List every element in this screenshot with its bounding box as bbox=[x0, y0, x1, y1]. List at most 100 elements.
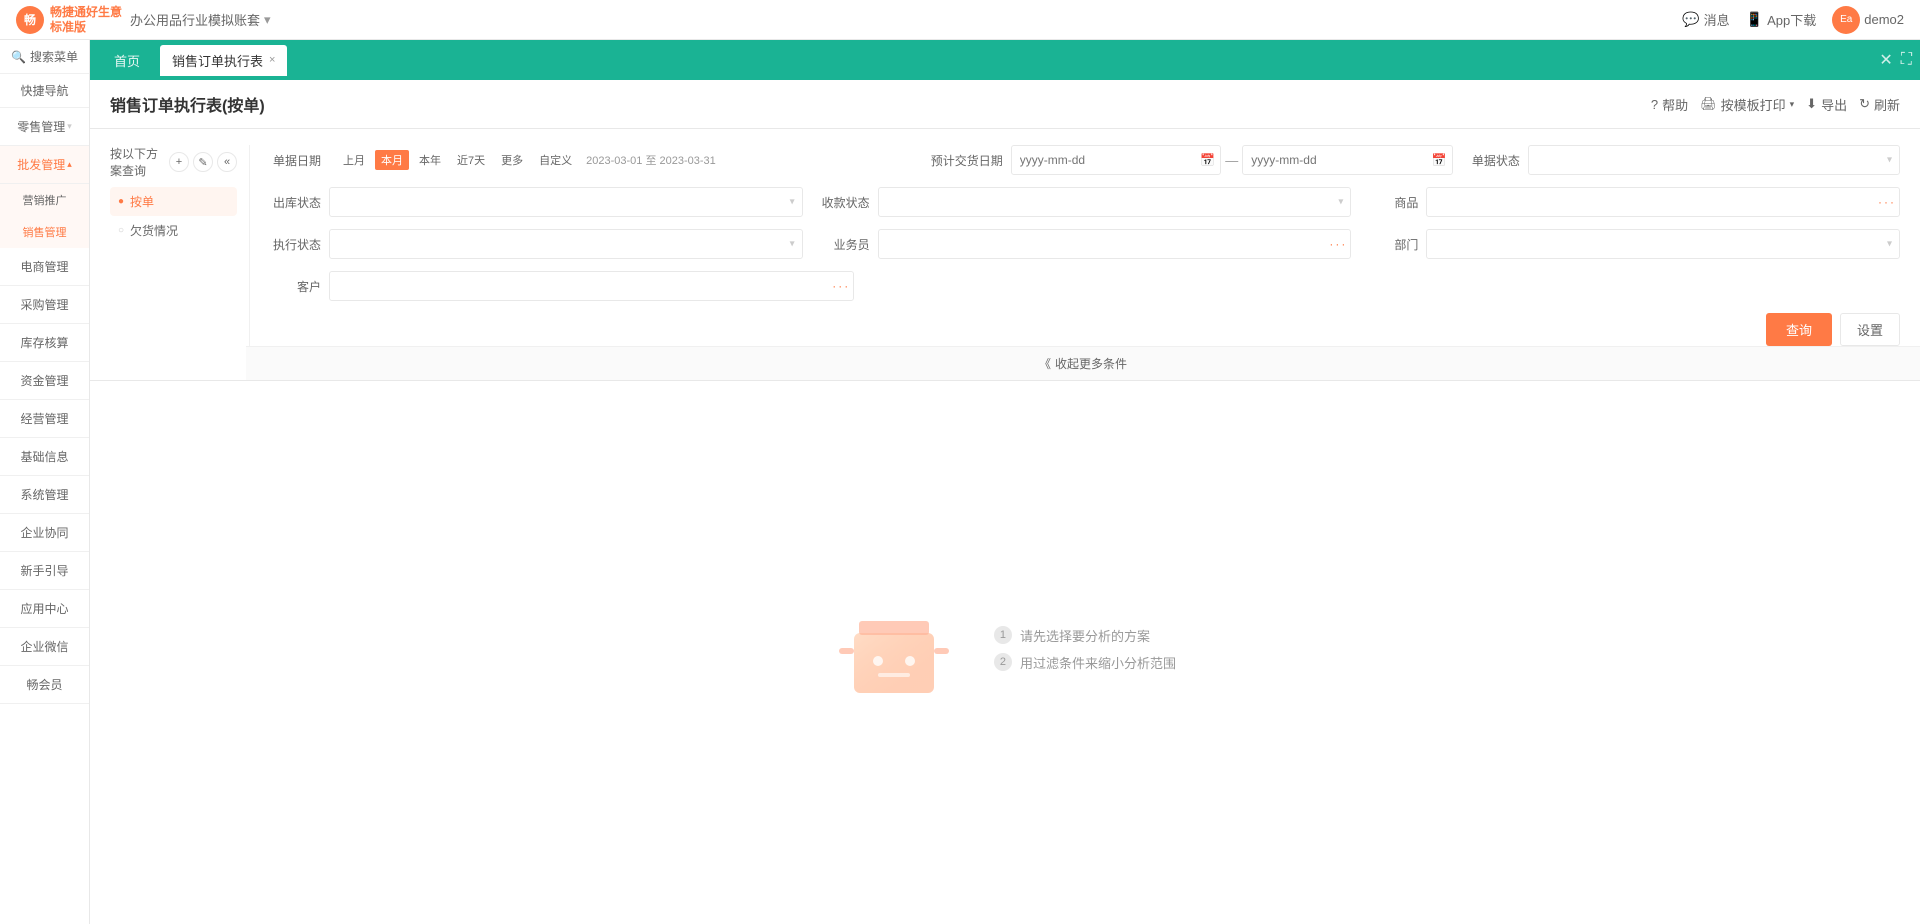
scheme-item-order[interactable]: ● 按单 bbox=[110, 187, 237, 216]
sidebar-item-ecommerce[interactable]: 电商管理 bbox=[0, 248, 89, 286]
app-download-button[interactable]: 📱 App下载 bbox=[1746, 10, 1817, 29]
date-tab-this-year[interactable]: 本年 bbox=[413, 150, 447, 170]
user-menu[interactable]: Ea demo2 bbox=[1832, 6, 1904, 34]
sidebar-item-enterprise[interactable]: 企业协同 bbox=[0, 514, 89, 552]
edit-scheme-button[interactable]: ✎ bbox=[193, 152, 213, 172]
empty-state: 1 请先选择要分析的方案 2 用过滤条件来缩小分析范围 bbox=[90, 381, 1920, 924]
chevron-up-icon: ▴ bbox=[67, 159, 72, 170]
sidebar-item-purchase[interactable]: 采购管理 bbox=[0, 286, 89, 324]
export-icon: ⬇ bbox=[1806, 96, 1817, 112]
sidebar-item-inventory[interactable]: 库存核算 bbox=[0, 324, 89, 362]
tab-sales-order[interactable]: 销售订单执行表 × bbox=[160, 45, 287, 76]
doc-status-select[interactable] bbox=[1528, 145, 1900, 175]
salesperson-more-icon[interactable]: ··· bbox=[1329, 237, 1347, 251]
goods-more-icon[interactable]: ··· bbox=[1878, 195, 1896, 209]
sidebar-item-marketing[interactable]: 营销推广 bbox=[0, 184, 89, 216]
sidebar-item-guide[interactable]: 新手引导 bbox=[0, 552, 89, 590]
logo-icon: 畅 bbox=[16, 6, 44, 34]
out-status-label: 出库状态 bbox=[266, 194, 321, 211]
filter-row-3: 执行状态 ▾ 业务员 ·· bbox=[266, 229, 1900, 259]
settings-button[interactable]: 设置 bbox=[1840, 313, 1900, 346]
window-close-button[interactable]: ✕ bbox=[1879, 50, 1892, 70]
avatar: Ea bbox=[1832, 6, 1860, 34]
collect-status-control: ▾ bbox=[878, 187, 1352, 217]
dept-select[interactable] bbox=[1426, 229, 1900, 259]
main-layout: 🔍 搜索菜单 快捷导航 零售管理 ▾ 批发管理 ▴ 营销推广 销售管理 电商管理… bbox=[0, 40, 1920, 924]
date-tab-more[interactable]: 更多 bbox=[495, 150, 529, 170]
sidebar-item-retail[interactable]: 零售管理 ▾ bbox=[0, 108, 89, 146]
sidebar-item-wechat[interactable]: 企业微信 bbox=[0, 628, 89, 666]
page-title: 销售订单执行表(按单) bbox=[110, 92, 265, 116]
query-button[interactable]: 查询 bbox=[1766, 313, 1832, 346]
exec-status-select[interactable] bbox=[329, 229, 803, 259]
sidebar-item-basic-info[interactable]: 基础信息 bbox=[0, 438, 89, 476]
sidebar-item-search[interactable]: 🔍 搜索菜单 bbox=[0, 40, 89, 74]
goods-label: 商品 bbox=[1363, 194, 1418, 211]
date-tab-7days[interactable]: 近7天 bbox=[451, 150, 491, 170]
scheme-active-icon: ● bbox=[118, 196, 124, 207]
chevron-down-icon: ▾ bbox=[67, 121, 72, 132]
exec-status-control: ▾ bbox=[329, 229, 803, 259]
collect-status-label: 收款状态 bbox=[815, 194, 870, 211]
customer-input[interactable] bbox=[329, 271, 854, 301]
filter-group-out-status: 出库状态 ▾ bbox=[266, 187, 803, 217]
sidebar-item-system[interactable]: 系统管理 bbox=[0, 476, 89, 514]
sidebar-item-finance[interactable]: 资金管理 bbox=[0, 362, 89, 400]
tab-close-icon[interactable]: × bbox=[269, 54, 275, 66]
doc-status-control: ▾ bbox=[1528, 145, 1900, 175]
empty-text-item-2: 2 用过滤条件来缩小分析范围 bbox=[994, 653, 1176, 672]
sidebar-item-app-center[interactable]: 应用中心 bbox=[0, 590, 89, 628]
date-tab-last-month[interactable]: 上月 bbox=[337, 150, 371, 170]
message-icon: 💬 bbox=[1682, 11, 1699, 28]
sidebar-item-sales[interactable]: 销售管理 bbox=[0, 216, 89, 248]
print-button[interactable]: 🖨 按模板打印 ▾ bbox=[1700, 95, 1794, 114]
filter-group-customer: 客户 ··· bbox=[266, 271, 854, 301]
window-expand-button[interactable]: ⛶ bbox=[1901, 51, 1912, 69]
empty-svg bbox=[834, 603, 954, 703]
collapse-bar[interactable]: 《 收起更多条件 bbox=[246, 346, 1920, 380]
sidebar-item-operation[interactable]: 经营管理 bbox=[0, 400, 89, 438]
page-header: 销售订单执行表(按单) ? 帮助 🖨 按模板打印 ▾ ⬇ 导出 ↻ 刷新 bbox=[90, 80, 1920, 129]
filter-sidebar-header: 按以下方案查询 + ✎ « bbox=[110, 145, 237, 179]
refresh-button[interactable]: ↻ 刷新 bbox=[1859, 95, 1900, 114]
logo-area: 畅 畅捷通好生意 标准版 bbox=[16, 5, 122, 34]
empty-content: 1 请先选择要分析的方案 2 用过滤条件来缩小分析范围 bbox=[834, 603, 1176, 703]
out-status-select[interactable] bbox=[329, 187, 803, 217]
date-tab-custom[interactable]: 自定义 bbox=[533, 150, 578, 170]
print-icon: 🖨 bbox=[1700, 96, 1717, 112]
goods-input[interactable] bbox=[1426, 187, 1900, 217]
top-bar-left: 畅 畅捷通好生意 标准版 办公用品行业模拟账套 ▾ bbox=[16, 5, 271, 34]
filter-group-exec-status: 执行状态 ▾ bbox=[266, 229, 803, 259]
empty-illustration bbox=[834, 603, 954, 703]
tab-home[interactable]: 首页 bbox=[98, 45, 156, 76]
collapse-button[interactable]: 《 收起更多条件 bbox=[254, 355, 1912, 372]
collapse-scheme-button[interactable]: « bbox=[217, 152, 237, 172]
help-button[interactable]: ? 帮助 bbox=[1651, 95, 1688, 114]
expected-date-from-wrap: 📅 bbox=[1011, 145, 1222, 175]
date-separator: — bbox=[1225, 153, 1238, 168]
sidebar-item-wholesale[interactable]: 批发管理 ▴ bbox=[0, 146, 89, 184]
expected-date-from-input[interactable] bbox=[1011, 145, 1222, 175]
date-tab-this-month[interactable]: 本月 bbox=[375, 150, 409, 170]
sidebar: 🔍 搜索菜单 快捷导航 零售管理 ▾ 批发管理 ▴ 营销推广 销售管理 电商管理… bbox=[0, 40, 90, 924]
salesperson-input[interactable] bbox=[878, 229, 1352, 259]
customer-more-icon[interactable]: ··· bbox=[832, 279, 850, 293]
breadcrumb-arrow-icon[interactable]: ▾ bbox=[264, 12, 271, 28]
expected-date-to-input[interactable] bbox=[1242, 145, 1453, 175]
filter-row-2: 出库状态 ▾ 收款状态 bbox=[266, 187, 1900, 217]
export-button[interactable]: ⬇ 导出 bbox=[1806, 95, 1847, 114]
collapse-up-icon: 《 bbox=[1039, 355, 1051, 372]
filter-group-collect-status: 收款状态 ▾ bbox=[815, 187, 1352, 217]
logo-text: 畅捷通好生意 标准版 bbox=[50, 5, 122, 34]
message-button[interactable]: 💬 消息 bbox=[1682, 10, 1729, 29]
top-bar-right: 💬 消息 📱 App下载 Ea demo2 bbox=[1682, 6, 1904, 34]
filter-group-expected-date: 预计交货日期 📅 — 📅 bbox=[931, 145, 1453, 175]
collect-status-select[interactable] bbox=[878, 187, 1352, 217]
filter-group-goods: 商品 ··· bbox=[1363, 187, 1900, 217]
scheme-item-shortage[interactable]: ○ 欠货情况 bbox=[110, 216, 237, 245]
goods-control: ··· bbox=[1426, 187, 1900, 217]
sidebar-item-quick-nav[interactable]: 快捷导航 bbox=[0, 74, 89, 108]
sidebar-item-member[interactable]: 畅会员 bbox=[0, 666, 89, 704]
add-scheme-button[interactable]: + bbox=[169, 152, 189, 172]
date-tabs: 上月 本月 本年 近7天 更多 自定义 bbox=[337, 150, 578, 170]
